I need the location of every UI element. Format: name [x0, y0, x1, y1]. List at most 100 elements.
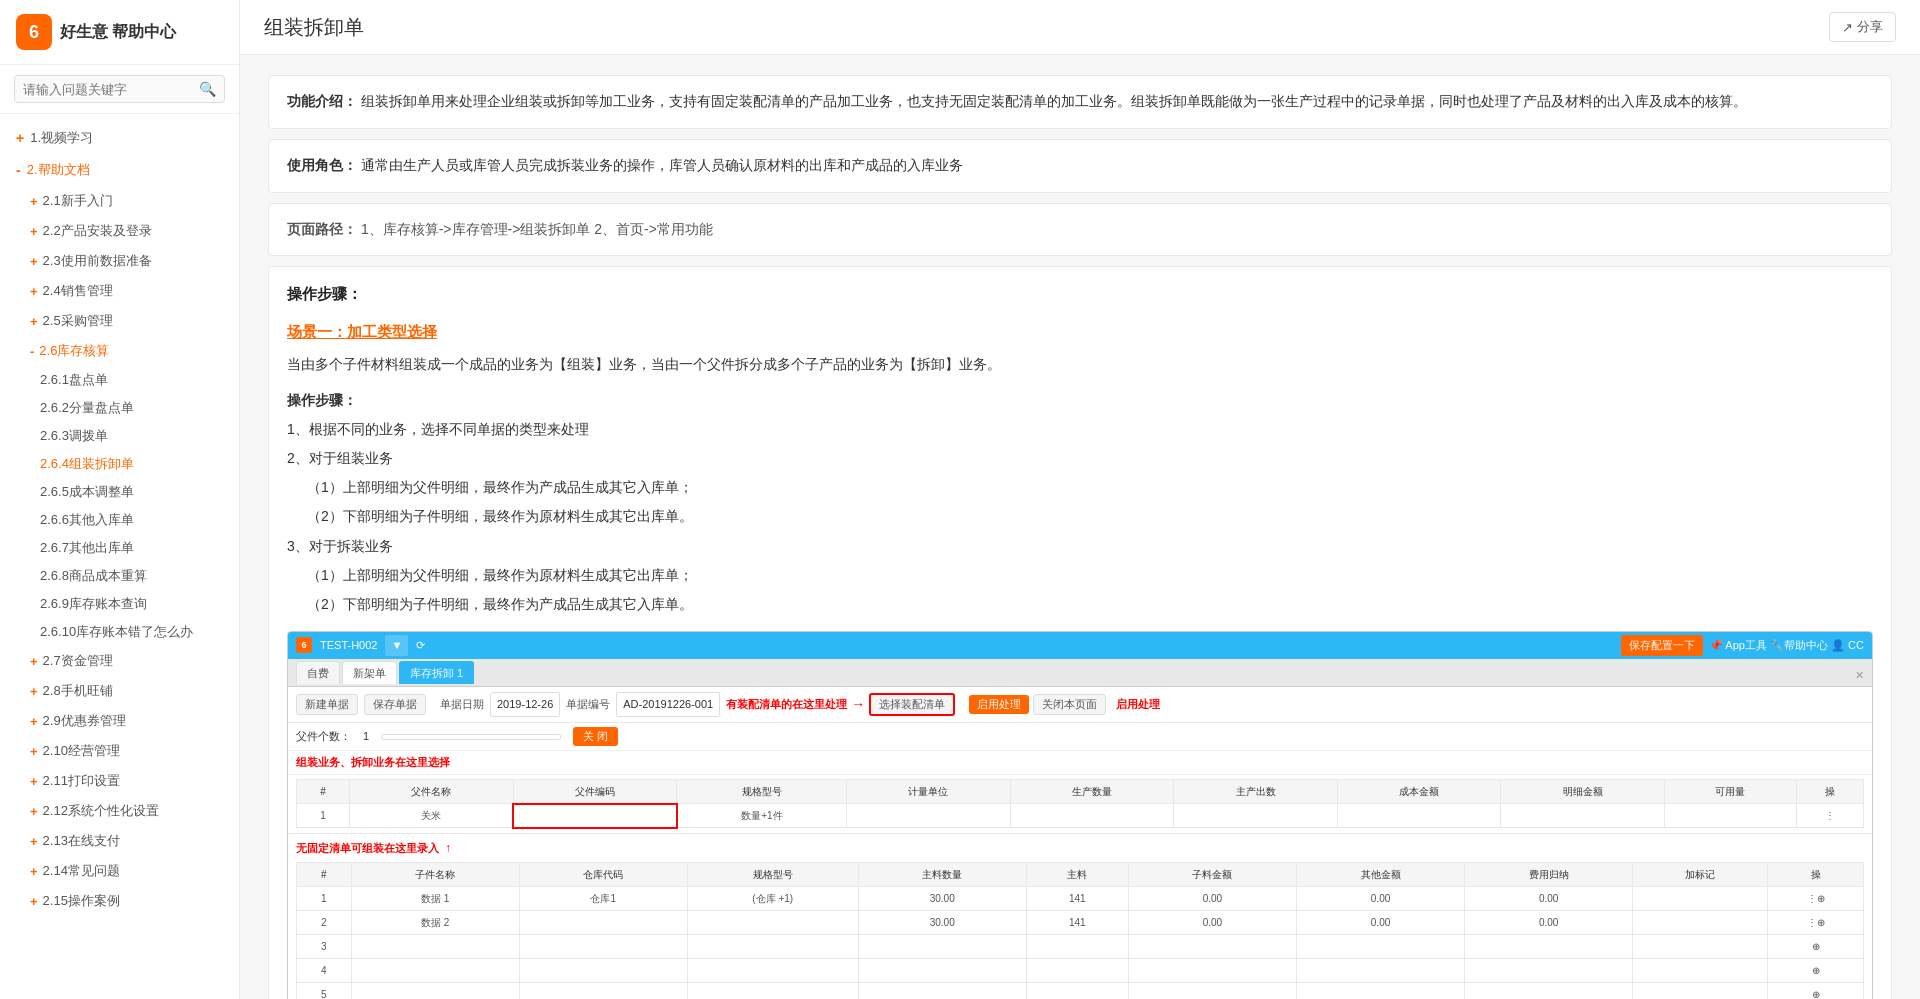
- share-button[interactable]: ↗ 分享: [1829, 12, 1896, 42]
- sidebar-item-2-6-8[interactable]: 2.6.8商品成本重算: [0, 562, 239, 590]
- step1: 1、根据不同的业务，选择不同单据的类型来处理: [287, 417, 1873, 442]
- sc-count-val: 1: [363, 727, 369, 746]
- sc-th-9: 可用量: [1665, 779, 1797, 804]
- sc-annotation-area1: 有装配清单的在这里处理 → 选择装配清单: [726, 693, 955, 717]
- sidebar-item-2-5[interactable]: + 2.5采购管理: [0, 306, 239, 336]
- sidebar-item-2-9[interactable]: + 2.9优惠券管理: [0, 706, 239, 736]
- sidebar-item-2-4[interactable]: + 2.4销售管理: [0, 276, 239, 306]
- expand-icon-2-4: +: [30, 284, 38, 299]
- role-block: 使用角色： 通常由生产人员或库管人员完成拆装业务的操作，库管人员确认原材料的出库…: [268, 139, 1892, 193]
- sc-tab-close[interactable]: ✕: [1855, 666, 1864, 685]
- sc-date-label: 单据日期: [440, 695, 484, 714]
- func-intro-label: 功能介绍：: [287, 93, 357, 109]
- sc-upper-table: # 父件名称 父件编码 规格型号 计量单位 生产数量 主产出数 成本金额 明细金…: [296, 779, 1864, 829]
- sc-lower-table-header: # 子件名称 仓库代码 规格型号 主料数量 主料 子料金额 其他金额 费用归纳 …: [297, 863, 1864, 887]
- sc-annotation5: 无固定清单可组装在这里录入: [296, 839, 439, 858]
- sc-annotation4: 启用处理: [1116, 695, 1160, 714]
- sc-btns-right: 启用处理 关闭本页面: [969, 694, 1106, 715]
- sidebar-item-2-3[interactable]: + 2.3使用前数据准备: [0, 246, 239, 276]
- sc-save-btn[interactable]: 保存配置一下: [1621, 635, 1703, 656]
- sc-btn-assembly[interactable]: 选择装配清单: [869, 693, 955, 716]
- sc-tabs: 自费 新架单 库存拆卸 1 ✕: [288, 659, 1872, 688]
- top-bar: 组装拆卸单 ↗ 分享: [240, 0, 1920, 55]
- sc-btn-new[interactable]: 新建单据: [296, 694, 358, 715]
- sc-th-8: 明细金额: [1501, 779, 1665, 804]
- sc-apply-btn[interactable]: 关 闭: [573, 727, 618, 746]
- sc-th-2: 父件编码: [513, 779, 677, 804]
- search-icon[interactable]: 🔍: [199, 81, 216, 97]
- sc-btn-exit[interactable]: 关闭本页面: [1033, 694, 1106, 715]
- sidebar-item-2-7[interactable]: + 2.7资金管理: [0, 646, 239, 676]
- search-input[interactable]: [23, 82, 199, 97]
- sidebar-item-2-1[interactable]: + 2.1新手入门: [0, 186, 239, 216]
- sidebar-item-video[interactable]: + 1.视频学习: [0, 122, 239, 154]
- sidebar-item-2-10[interactable]: + 2.10经营管理: [0, 736, 239, 766]
- sidebar-item-2-6-9[interactable]: 2.6.9库存账本查询: [0, 590, 239, 618]
- sc-lower-row-5: 5⊕: [297, 983, 1864, 999]
- sc-btn-save2[interactable]: 保存单据: [364, 694, 426, 715]
- path-items: 1、库存核算->库存管理->组装拆卸单 2、首页->常用功能: [361, 221, 713, 237]
- sc-date-val: 2019-12-26: [490, 692, 560, 717]
- sidebar-item-docs[interactable]: - 2.帮助文档: [0, 154, 239, 186]
- step3: 3、对于拆装业务: [287, 534, 1873, 559]
- expand-icon-2-8: +: [30, 684, 38, 699]
- sidebar-item-2-6-1[interactable]: 2.6.1盘点单: [0, 366, 239, 394]
- sc-tab-3[interactable]: 库存拆卸 1: [399, 661, 474, 685]
- sc-nav-left: 6 TEST-H002 ▼ ⟳: [296, 635, 425, 656]
- sc-tab-1[interactable]: 自费: [296, 661, 340, 685]
- sc-annotation3: 组装业务、拆卸业务在这里选择: [296, 753, 450, 772]
- step2-1: （1）上部明细为父件明细，最终作为产成品生成其它入库单；: [307, 475, 1873, 500]
- step3-1: （1）上部明细为父件明细，最终作为原材料生成其它出库单；: [307, 563, 1873, 588]
- sidebar-item-2-8[interactable]: + 2.8手机旺铺: [0, 676, 239, 706]
- sc-th-0: #: [297, 779, 350, 804]
- sc-dropdown: ▼: [385, 635, 408, 656]
- sidebar-item-2-6-10[interactable]: 2.6.10库存账本错了怎么办: [0, 618, 239, 646]
- sidebar-item-2-6-7[interactable]: 2.6.7其他出库单: [0, 534, 239, 562]
- sidebar-item-2-14[interactable]: + 2.14常见问题: [0, 856, 239, 886]
- expand-icon-2-7: +: [30, 654, 38, 669]
- sc-remark-input[interactable]: [381, 734, 561, 740]
- sc-upper-table-area: # 父件名称 父件编码 规格型号 计量单位 生产数量 主产出数 成本金额 明细金…: [288, 775, 1872, 833]
- main-area: 组装拆卸单 ↗ 分享 功能介绍： 组装拆卸单用来处理企业组装或拆卸等加工业务，支…: [240, 0, 1920, 999]
- sc-th-6: 主产出数: [1174, 779, 1338, 804]
- sidebar-item-2-6-3[interactable]: 2.6.3调拨单: [0, 422, 239, 450]
- expand-icon-2-3: +: [30, 254, 38, 269]
- scenario1-title: 场景一：加工类型选择: [287, 319, 1873, 345]
- expand-icon-2-11: +: [30, 774, 38, 789]
- sc-btn-action[interactable]: 启用处理: [969, 695, 1029, 714]
- app-logo-icon: 6: [16, 14, 52, 50]
- step3-2: （2）下部明细为子件明细，最终作为产成品生成其它入库单。: [307, 592, 1873, 617]
- sc-lower-area: 无固定清单可组装在这里录入 ↑ # 子件名称 仓库代码 规格型号 主料数量 主料: [288, 833, 1872, 999]
- sc-num-val: AD-20191226-001: [616, 692, 720, 717]
- expand-icon-2-2: +: [30, 224, 38, 239]
- sc-lower-row-1: 1 数据 1 仓库1 (仓库 +1) 30.00 141 0.00 0.00 0…: [297, 887, 1864, 911]
- sc-count-label: 父件个数：: [296, 727, 351, 746]
- expand-icon-video: +: [16, 130, 24, 146]
- sidebar-item-2-12[interactable]: + 2.12系统个性化设置: [0, 796, 239, 826]
- sc-tab-2[interactable]: 新架单: [342, 661, 397, 685]
- sidebar-item-2-6-2[interactable]: 2.6.2分量盘点单: [0, 394, 239, 422]
- sc-refresh-icon: ⟳: [416, 636, 425, 655]
- search-area: 🔍: [0, 65, 239, 114]
- sc-lower-row-4: 4⊕: [297, 959, 1864, 983]
- screenshot-container: 6 TEST-H002 ▼ ⟳ 保存配置一下 📌 App工具 🔧帮助中心 👤 C…: [287, 631, 1873, 999]
- sidebar-item-2-15[interactable]: + 2.15操作案例: [0, 886, 239, 916]
- expand-icon-2-12: +: [30, 804, 38, 819]
- role-label: 使用角色：: [287, 157, 357, 173]
- sidebar-item-2-6-4[interactable]: 2.6.4组装拆卸单: [0, 450, 239, 478]
- sc-th-5: 生产数量: [1010, 779, 1174, 804]
- sidebar-item-2-6[interactable]: - 2.6库存核算: [0, 336, 239, 366]
- sidebar-item-2-6-5[interactable]: 2.6.5成本调整单: [0, 478, 239, 506]
- sidebar-item-2-13[interactable]: + 2.13在线支付: [0, 826, 239, 856]
- sidebar-item-2-2[interactable]: + 2.2产品安装及登录: [0, 216, 239, 246]
- sidebar-item-2-11[interactable]: + 2.11打印设置: [0, 766, 239, 796]
- sc-company: TEST-H002: [320, 636, 377, 655]
- expand-icon-2-13: +: [30, 834, 38, 849]
- sc-icons: 📌 App工具 🔧帮助中心 👤 CC: [1709, 636, 1864, 655]
- sidebar-item-2-6-6[interactable]: 2.6.6其他入库单: [0, 506, 239, 534]
- search-box: 🔍: [14, 75, 225, 103]
- expand-icon-2-9: +: [30, 714, 38, 729]
- sc-nav-right: 保存配置一下 📌 App工具 🔧帮助中心 👤 CC: [1621, 635, 1864, 656]
- expand-icon-2-6: -: [30, 344, 34, 359]
- sc-highlighted-cell: [513, 804, 677, 828]
